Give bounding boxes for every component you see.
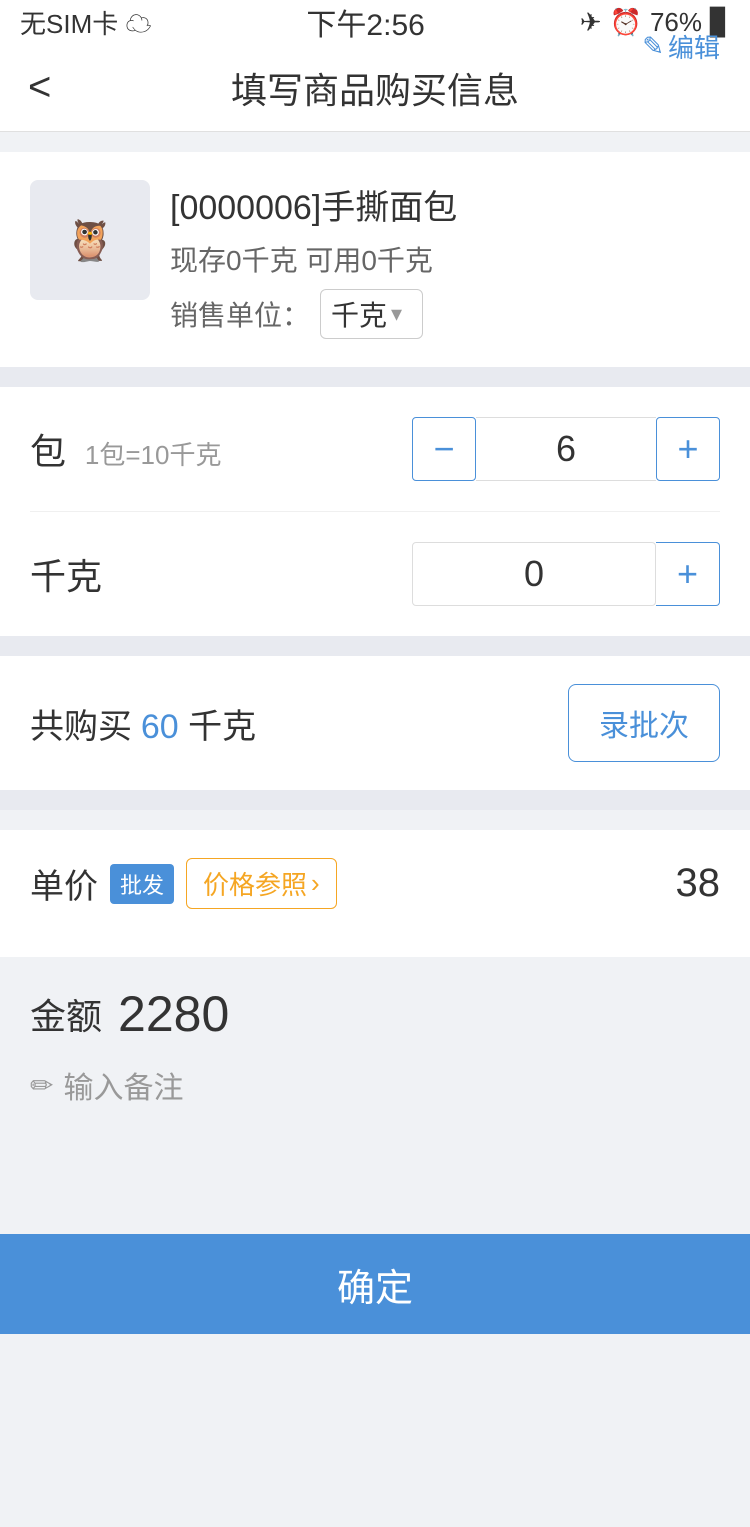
- confirm-button-label: 确定: [337, 1257, 413, 1312]
- record-batch-button[interactable]: 录批次: [568, 684, 720, 762]
- bottom-padding: [0, 1427, 750, 1527]
- product-card: 🦉 [0000006]手撕面包 现存0千克 可用0千克 销售单位： 千克 ▾ ✎…: [0, 152, 750, 367]
- price-value: 38: [676, 861, 721, 906]
- total-amount: 60: [141, 708, 188, 746]
- product-name: [0000006]手撕面包: [170, 180, 720, 229]
- total-label: 共购买: [30, 708, 132, 746]
- edit-label: 编辑: [668, 28, 720, 65]
- quantity-section: 包 1包=10千克 − + 千克 +: [0, 387, 750, 636]
- location-icon: ✈: [580, 7, 602, 38]
- unit-label: 销售单位：: [170, 294, 310, 334]
- pifa-badge: 批发: [110, 864, 174, 904]
- total-text-group: 共购买 60 千克: [30, 699, 256, 748]
- edit-button[interactable]: ✎ 编辑: [642, 28, 720, 65]
- status-time: 下午2:56: [306, 0, 424, 44]
- product-image: 🦉: [30, 180, 150, 300]
- bao-sublabel: 1包=10千克: [85, 440, 222, 470]
- section-divider-1: [0, 367, 750, 387]
- note-icon: ✏: [30, 1069, 53, 1102]
- chevron-down-icon: ▾: [391, 301, 402, 327]
- sim-label: 无SIM卡 ☁: [20, 4, 151, 41]
- back-button[interactable]: <: [28, 65, 51, 110]
- bao-decrease-button[interactable]: −: [412, 417, 476, 481]
- product-info: [0000006]手撕面包 现存0千克 可用0千克 销售单位： 千克 ▾: [170, 180, 720, 339]
- price-label: 单价: [30, 859, 98, 908]
- price-row: 单价 批发 价格参照 › 38: [30, 858, 720, 909]
- note-row[interactable]: ✏ 输入备注: [30, 1063, 720, 1107]
- bao-quantity-input[interactable]: [476, 417, 656, 481]
- edit-icon: ✎: [642, 31, 664, 62]
- kg-quantity-control: +: [412, 542, 720, 606]
- unit-select[interactable]: 千克 ▾: [320, 289, 423, 339]
- total-unit: 千克: [188, 708, 256, 746]
- bao-increase-button[interactable]: +: [656, 417, 720, 481]
- price-ref-arrow: ›: [311, 868, 320, 899]
- status-left: 无SIM卡 ☁: [20, 4, 151, 41]
- amount-label: 金额: [30, 988, 102, 1040]
- bao-quantity-control: − +: [412, 417, 720, 481]
- total-row: 共购买 60 千克 录批次: [0, 656, 750, 790]
- price-ref-button[interactable]: 价格参照 ›: [186, 858, 337, 909]
- kg-quantity-input[interactable]: [412, 542, 656, 606]
- amount-value: 2280: [118, 985, 229, 1043]
- confirm-bar[interactable]: 确定: [0, 1234, 750, 1334]
- price-ref-label: 价格参照: [203, 865, 307, 902]
- status-bar: 无SIM卡 ☁ 下午2:56 ✈ ⏰ 76% ▊: [0, 0, 750, 44]
- note-placeholder: 输入备注: [63, 1063, 183, 1107]
- amount-row: 金额 2280: [30, 985, 720, 1043]
- bao-label: 包: [30, 431, 66, 472]
- page-title: 填写商品购买信息: [231, 62, 519, 114]
- unit-value: 千克: [331, 294, 387, 334]
- alarm-icon: ⏰: [610, 7, 642, 38]
- section-divider-3: [0, 790, 750, 810]
- amount-section: 金额 2280 ✏ 输入备注: [0, 957, 750, 1127]
- bao-label-group: 包 1包=10千克: [30, 423, 221, 475]
- bao-row: 包 1包=10千克 − +: [30, 387, 720, 512]
- product-unit-row: 销售单位： 千克 ▾: [170, 289, 720, 339]
- section-divider-2: [0, 636, 750, 656]
- kg-label-group: 千克: [30, 548, 102, 600]
- nav-bar: < 填写商品购买信息: [0, 44, 750, 132]
- kg-increase-button[interactable]: +: [656, 542, 720, 606]
- kg-row: 千克 +: [30, 512, 720, 636]
- price-section: 单价 批发 价格参照 › 38: [0, 830, 750, 957]
- product-stock: 现存0千克 可用0千克: [170, 239, 720, 279]
- product-logo: 🦉: [65, 217, 115, 264]
- price-label-group: 单价 批发 价格参照 ›: [30, 858, 337, 909]
- kg-label: 千克: [30, 556, 102, 597]
